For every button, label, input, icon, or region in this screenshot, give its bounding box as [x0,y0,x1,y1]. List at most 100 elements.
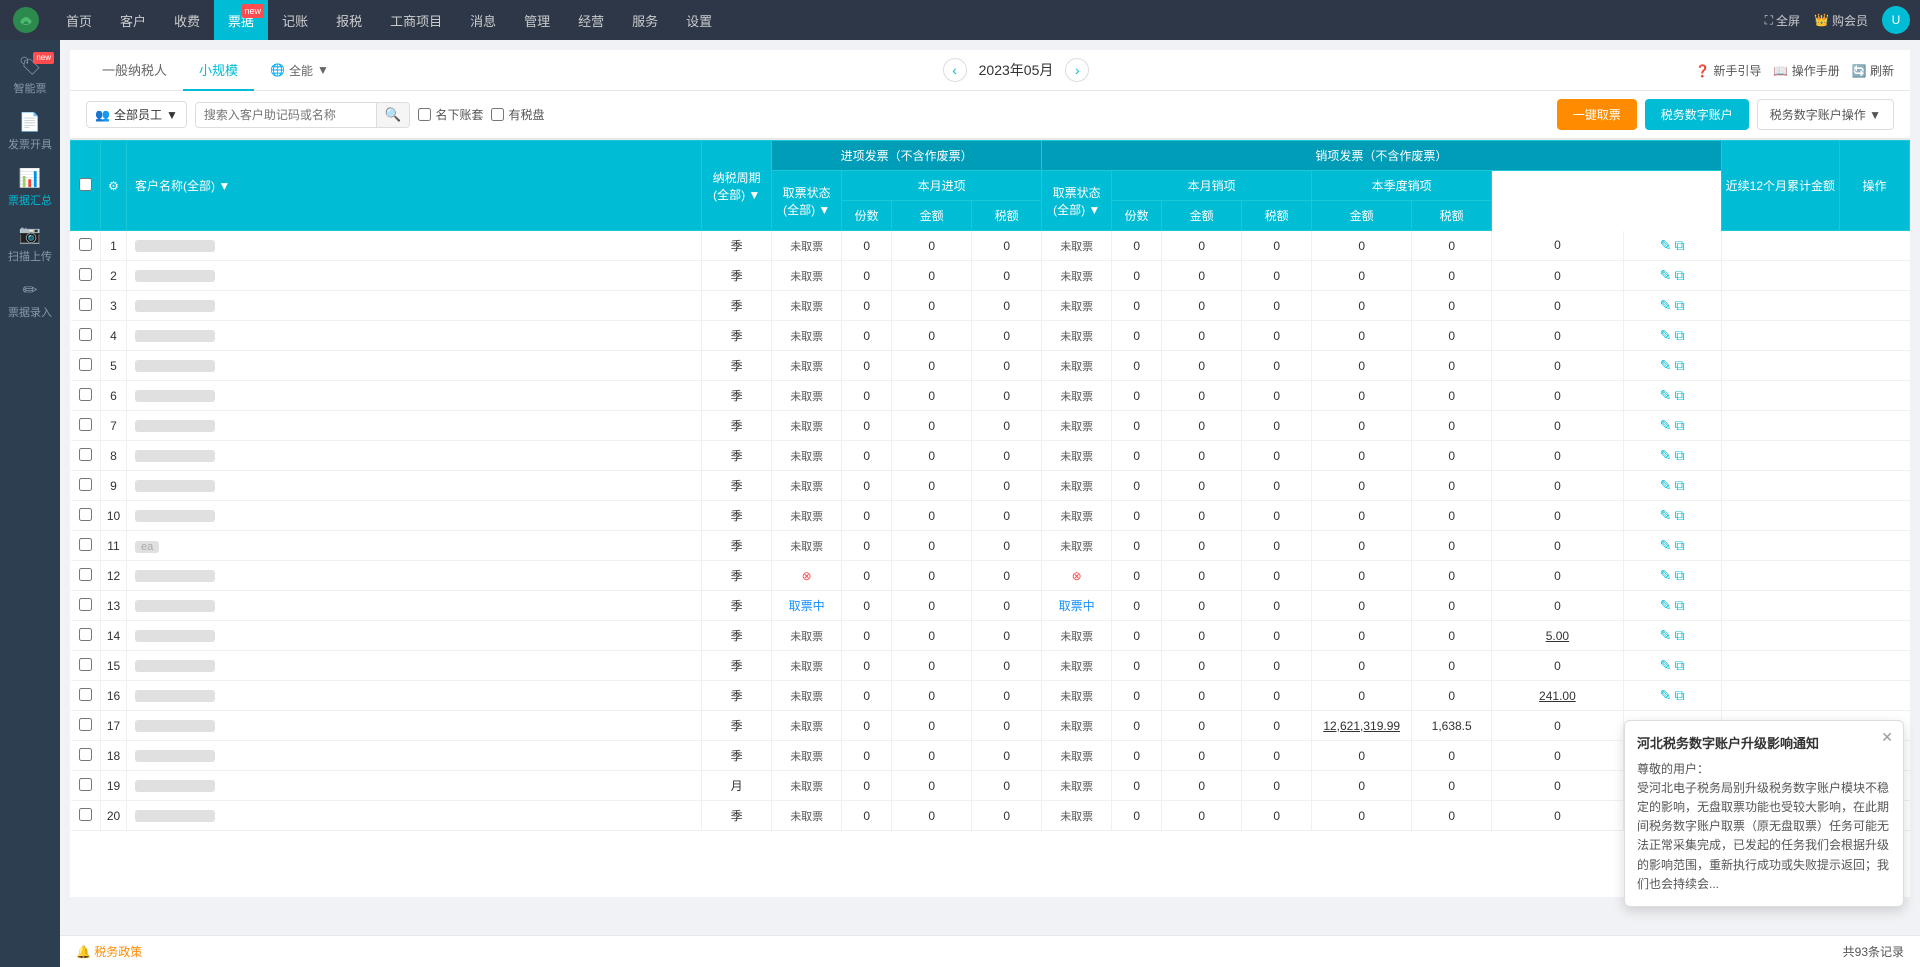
edit-icon[interactable]: ✎ [1660,477,1672,493]
sidebar-item-ticket-summary[interactable]: 📊 票据汇总 [0,160,60,216]
cell-checkbox[interactable] [71,321,101,351]
cell-checkbox[interactable] [71,681,101,711]
next-period-btn[interactable]: › [1065,58,1089,82]
copy-icon[interactable]: ⧉ [1675,657,1685,673]
tax-digital-account-btn[interactable]: 税务数字账户 [1645,99,1749,130]
subordinate-accounts-checkbox[interactable]: 名下账套 [418,106,483,123]
sidebar-item-ticket-entry[interactable]: ✏ 票据录入 [0,272,60,328]
cell-checkbox[interactable] [71,501,101,531]
cell-checkbox[interactable] [71,291,101,321]
copy-icon[interactable]: ⧉ [1675,357,1685,373]
cell-in-status: 取票中 [772,591,842,621]
nav-client[interactable]: 客户 [106,0,160,40]
cell-checkbox[interactable] [71,351,101,381]
edit-icon[interactable]: ✎ [1660,327,1672,343]
copy-icon[interactable]: ⧉ [1675,267,1685,283]
copy-icon[interactable]: ⧉ [1675,567,1685,583]
edit-icon[interactable]: ✎ [1660,357,1672,373]
cell-in-amount: 0 [892,381,972,411]
edit-icon[interactable]: ✎ [1660,537,1672,553]
tab-general-taxpayer[interactable]: 一般纳税人 [86,50,183,91]
cell-checkbox[interactable] [71,471,101,501]
cell-checkbox[interactable] [71,651,101,681]
sidebar-item-smart-ticket[interactable]: 🏷 智能票 [0,48,60,104]
cell-checkbox[interactable] [71,531,101,561]
popup-close-btn[interactable]: ✕ [1881,729,1893,746]
sidebar-item-invoice-open[interactable]: 📄 发票开具 [0,104,60,160]
cell-checkbox[interactable] [71,561,101,591]
copy-icon[interactable]: ⧉ [1675,627,1685,643]
edit-icon[interactable]: ✎ [1660,567,1672,583]
nav-tax[interactable]: 报税 [322,0,376,40]
nav-bookkeeping[interactable]: 记账 [268,0,322,40]
tax-policy-link[interactable]: 🔔 税务政策 [76,943,142,960]
copy-icon[interactable]: ⧉ [1675,387,1685,403]
cell-checkbox[interactable] [71,741,101,771]
copy-icon[interactable]: ⧉ [1675,417,1685,433]
edit-icon[interactable]: ✎ [1660,267,1672,283]
edit-icon[interactable]: ✎ [1660,507,1672,523]
edit-icon[interactable]: ✎ [1660,447,1672,463]
nav-home[interactable]: 首页 [52,0,106,40]
tab-all[interactable]: 🌐 全能 ▼ [262,52,337,89]
sidebar-item-scan-upload[interactable]: 📷 扫描上传 [0,216,60,272]
cell-checkbox[interactable] [71,621,101,651]
cell-checkbox[interactable] [71,411,101,441]
manual-btn[interactable]: 📖 操作手册 [1773,62,1839,79]
nav-fee[interactable]: 收费 [160,0,214,40]
cell-period: 季 [702,621,772,651]
member-btn[interactable]: 👑 购会员 [1814,12,1868,29]
nav-operation[interactable]: 经营 [564,0,618,40]
edit-icon[interactable]: ✎ [1660,627,1672,643]
nav-business[interactable]: 工商项目 [376,0,456,40]
tab-small-scale[interactable]: 小规模 [183,50,254,91]
cell-checkbox[interactable] [71,231,101,261]
edit-icon[interactable]: ✎ [1660,387,1672,403]
edit-icon[interactable]: ✎ [1660,657,1672,673]
edit-icon[interactable]: ✎ [1660,687,1672,703]
copy-icon[interactable]: ⧉ [1675,237,1685,253]
cell-checkbox[interactable] [71,771,101,801]
fullscreen-btn[interactable]: ⛶ 全屏 [1765,12,1800,29]
copy-icon[interactable]: ⧉ [1675,327,1685,343]
copy-icon[interactable]: ⧉ [1675,687,1685,703]
employee-filter-select[interactable]: 👥 全部员工 ▼ [86,101,187,128]
cell-checkbox[interactable] [71,801,101,831]
search-button[interactable]: 🔍 [376,103,410,127]
cell-in-count: 0 [842,501,892,531]
cell-checkbox[interactable] [71,441,101,471]
cell-q-tax: 0 [1412,771,1492,801]
search-input[interactable] [196,104,376,126]
nav-settings[interactable]: 设置 [672,0,726,40]
edit-icon[interactable]: ✎ [1660,417,1672,433]
copy-icon[interactable]: ⧉ [1675,477,1685,493]
user-avatar[interactable]: U [1882,6,1910,34]
cell-checkbox[interactable] [71,261,101,291]
app-logo[interactable] [10,4,42,36]
copy-icon[interactable]: ⧉ [1675,597,1685,613]
nav-message[interactable]: 消息 [456,0,510,40]
edit-icon[interactable]: ✎ [1660,597,1672,613]
tax-digital-ops-btn[interactable]: 税务数字账户操作 ▼ [1757,99,1894,130]
select-all-checkbox[interactable] [79,178,92,191]
copy-icon[interactable]: ⧉ [1675,507,1685,523]
edit-icon[interactable]: ✎ [1660,297,1672,313]
cell-out-count: 0 [1112,561,1162,591]
cell-checkbox[interactable] [71,591,101,621]
cell-ops: ✎ ⧉ [1623,621,1721,651]
th-tax-period: 纳税周期(全部) ▼ [702,141,772,231]
guide-btn[interactable]: ❓ 新手引导 [1695,62,1761,79]
one-click-ticket-btn[interactable]: 一键取票 [1557,99,1637,130]
cell-checkbox[interactable] [71,381,101,411]
copy-icon[interactable]: ⧉ [1675,297,1685,313]
edit-icon[interactable]: ✎ [1660,237,1672,253]
prev-period-btn[interactable]: ‹ [943,58,967,82]
refresh-btn[interactable]: 🔄 刷新 [1852,62,1894,79]
copy-icon[interactable]: ⧉ [1675,537,1685,553]
nav-manage[interactable]: 管理 [510,0,564,40]
cell-checkbox[interactable] [71,711,101,741]
copy-icon[interactable]: ⧉ [1675,447,1685,463]
nav-service[interactable]: 服务 [618,0,672,40]
nav-ticket[interactable]: 票据 new [214,0,268,40]
has-tax-disk-checkbox[interactable]: 有税盘 [491,106,544,123]
